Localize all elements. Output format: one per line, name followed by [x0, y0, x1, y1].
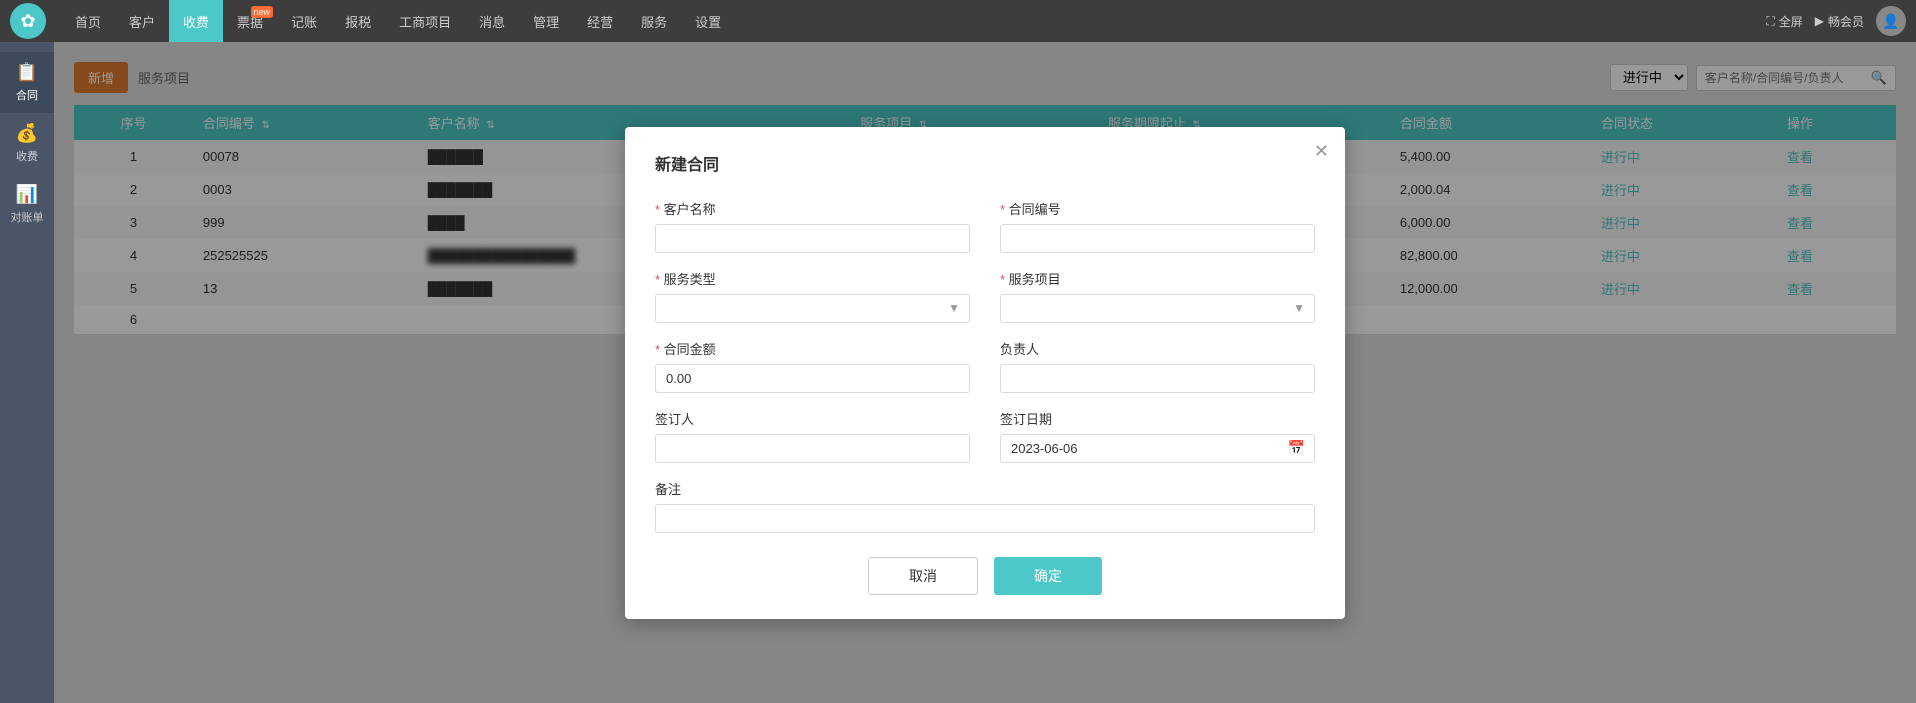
member-button[interactable]: ▶ 畅会员 [1815, 13, 1864, 30]
customer-name-label: 客户名称 [655, 199, 970, 218]
responsible-input[interactable] [1000, 364, 1315, 393]
app-logo: ✿ [10, 3, 46, 39]
nav-right-area: ⛶ 全屏 ▶ 畅会员 👤 [1766, 6, 1906, 36]
nav-item-tax[interactable]: 报税 [331, 0, 385, 42]
service-item-label: 服务项目 [1000, 269, 1315, 288]
service-type-select-wrap: ▼ [655, 294, 970, 323]
signer-input[interactable] [655, 434, 970, 463]
form-group-responsible: 负责人 [1000, 339, 1315, 393]
form-group-signer: 签订人 [655, 409, 970, 463]
sign-date-label: 签订日期 [1000, 409, 1315, 428]
form-group-sign-date: 签订日期 📅 [1000, 409, 1315, 463]
nav-menu: 首页 客户 收费 票据 new 记账 报税 工商项目 消息 管理 经营 服务 设… [61, 0, 1766, 42]
remark-input[interactable] [655, 504, 1315, 533]
responsible-label: 负责人 [1000, 339, 1315, 358]
service-item-select-wrap: ▼ [1000, 294, 1315, 323]
modal-footer: 取消 确定 [655, 557, 1315, 595]
user-avatar[interactable]: 👤 [1876, 6, 1906, 36]
form-group-service-type: 服务类型 ▼ [655, 269, 970, 323]
nav-item-invoice[interactable]: 票据 new [223, 0, 277, 42]
sidebar: 📋 合同 💰 收费 📊 对账单 [0, 42, 54, 703]
content-area: 新增 服务项目 进行中 已完成 已取消 🔍 序号 合同编号 ⇅ [54, 42, 1916, 703]
service-type-select[interactable] [655, 294, 970, 323]
sidebar-item-contract[interactable]: 📋 合同 [0, 52, 54, 113]
service-item-select[interactable] [1000, 294, 1315, 323]
calendar-icon[interactable]: 📅 [1288, 440, 1305, 457]
modal-close-button[interactable]: ✕ [1314, 141, 1329, 162]
sidebar-item-reconcile[interactable]: 📊 对账单 [0, 174, 54, 235]
contract-icon: 📋 [16, 62, 38, 83]
top-navigation: ✿ 首页 客户 收费 票据 new 记账 报税 工商项目 消息 管理 经营 服务… [0, 0, 1916, 42]
reconcile-icon: 📊 [16, 184, 38, 205]
form-group-amount: 合同金额 [655, 339, 970, 393]
new-contract-modal: ✕ 新建合同 客户名称 合同编号 服务类型 [625, 127, 1345, 619]
form-group-service-item: 服务项目 ▼ [1000, 269, 1315, 323]
remark-label: 备注 [655, 479, 1315, 498]
cancel-button[interactable]: 取消 [868, 557, 978, 595]
billing-icon: 💰 [16, 123, 38, 144]
nav-item-home[interactable]: 首页 [61, 0, 115, 42]
nav-item-manage[interactable]: 管理 [519, 0, 573, 42]
nav-item-bookkeeping[interactable]: 记账 [277, 0, 331, 42]
customer-name-input[interactable] [655, 224, 970, 253]
play-icon: ▶ [1815, 14, 1824, 28]
contract-amount-label: 合同金额 [655, 339, 970, 358]
form-group-contract-no: 合同编号 [1000, 199, 1315, 253]
nav-item-billing[interactable]: 收费 [169, 0, 223, 42]
signer-label: 签订人 [655, 409, 970, 428]
main-layout: 📋 合同 💰 收费 📊 对账单 新增 服务项目 进行中 已完成 已取消 [0, 42, 1916, 703]
sidebar-item-billing[interactable]: 💰 收费 [0, 113, 54, 174]
nav-item-settings[interactable]: 设置 [681, 0, 735, 42]
form-group-customer: 客户名称 [655, 199, 970, 253]
nav-item-customer[interactable]: 客户 [115, 0, 169, 42]
nav-item-message[interactable]: 消息 [465, 0, 519, 42]
nav-item-service[interactable]: 服务 [627, 0, 681, 42]
nav-item-business[interactable]: 工商项目 [385, 0, 465, 42]
contract-no-label: 合同编号 [1000, 199, 1315, 218]
fullscreen-icon: ⛶ [1766, 14, 1774, 29]
sign-date-wrap: 📅 [1000, 434, 1315, 463]
confirm-button[interactable]: 确定 [994, 557, 1102, 595]
fullscreen-button[interactable]: ⛶ 全屏 [1766, 13, 1802, 30]
new-badge: new [251, 6, 274, 18]
nav-item-operation[interactable]: 经营 [573, 0, 627, 42]
service-type-label: 服务类型 [655, 269, 970, 288]
form-group-remark: 备注 [655, 479, 1315, 533]
sign-date-input[interactable] [1000, 434, 1315, 463]
form-grid: 客户名称 合同编号 服务类型 ▼ [655, 199, 1315, 463]
contract-amount-input[interactable] [655, 364, 970, 393]
modal-overlay: ✕ 新建合同 客户名称 合同编号 服务类型 [54, 42, 1916, 703]
contract-no-input[interactable] [1000, 224, 1315, 253]
modal-title: 新建合同 [655, 151, 1315, 175]
